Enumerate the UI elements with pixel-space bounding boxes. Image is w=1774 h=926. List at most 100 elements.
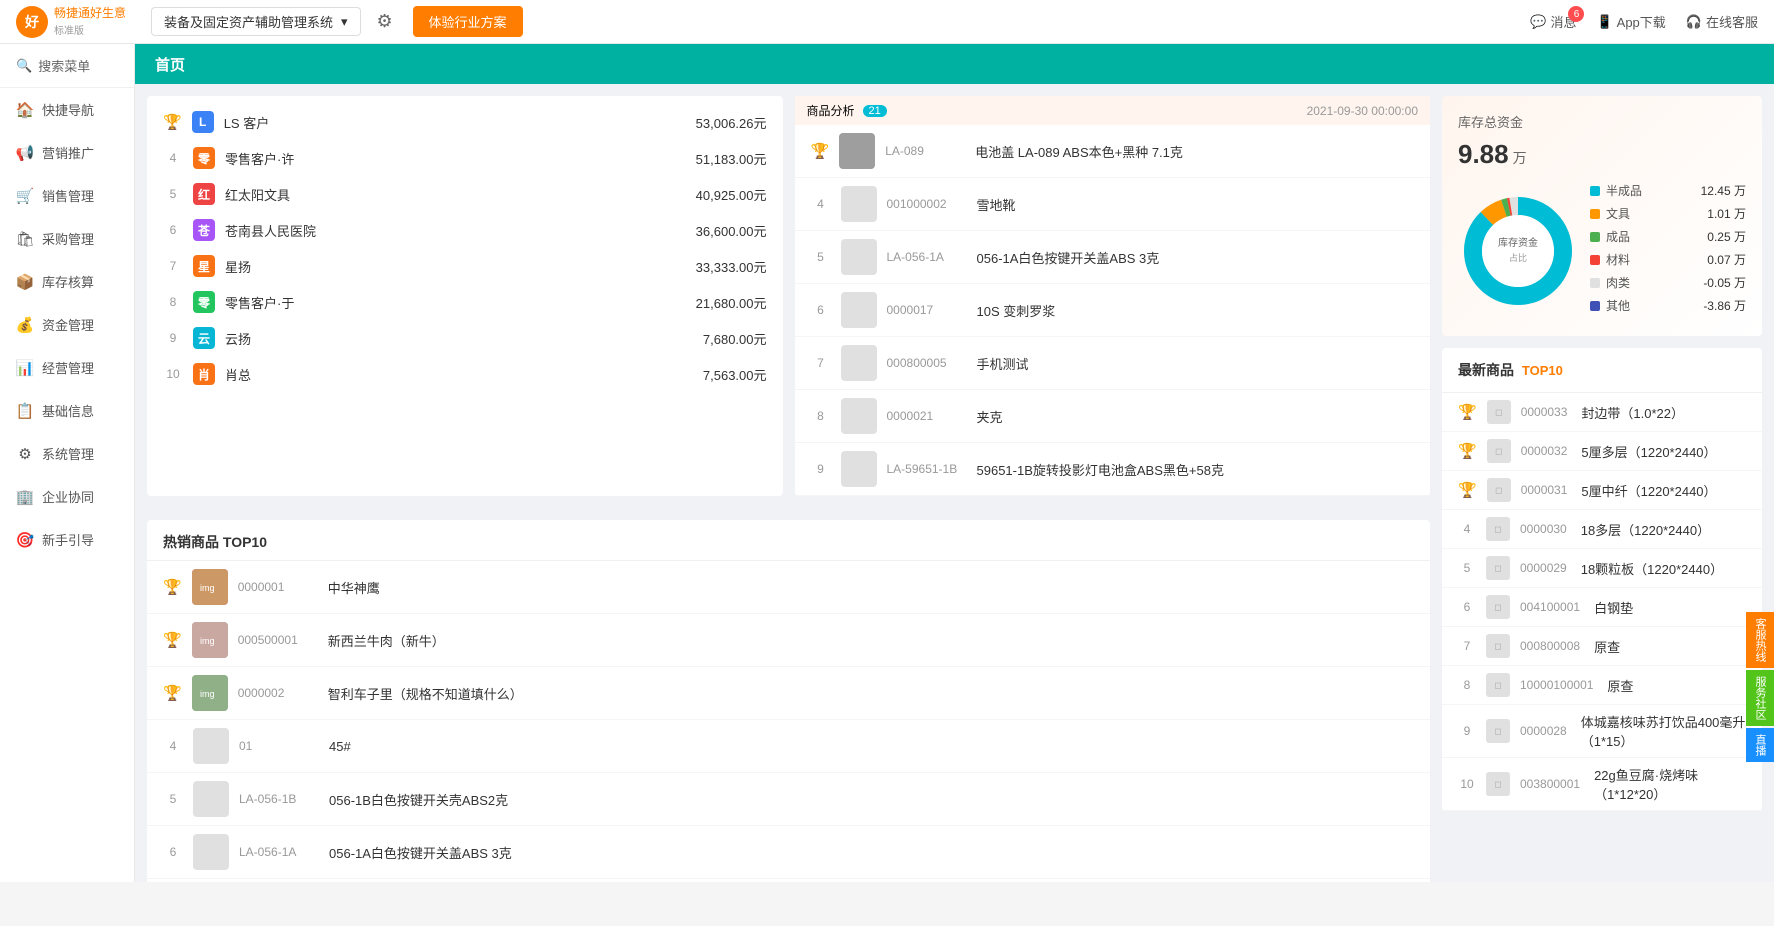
legend-label-1: 半成品 (1606, 182, 1695, 199)
product-name-4: 雪地靴 (977, 195, 1415, 214)
logo-text-area: 畅捷通好生意 标准版 (54, 6, 126, 37)
trial-button[interactable]: 体验行业方案 (413, 6, 523, 37)
clipboard-icon: 📋 (16, 402, 34, 420)
np-code-4: 0000030 (1520, 522, 1567, 536)
np-rank-5: 5 (1458, 561, 1476, 575)
customer-row: 8 零 零售客户·于 21,680.00元 (147, 284, 783, 320)
customer-row: 5 红 红太阳文具 40,925.00元 (147, 176, 783, 212)
legend-dot-2 (1590, 209, 1600, 219)
sidebar-item-purchase[interactable]: 🛍 采购管理 (0, 217, 134, 260)
hot-products-section: 热销商品 TOP10 🏆 img 0000001 中华神鹰 🏆 (147, 520, 1430, 882)
hot-product-row-6: 6 LA-056-1A 056-1A白色按键开关盖ABS 3克 (147, 826, 1430, 879)
hp-name-4: 45# (329, 739, 1414, 754)
messages-button[interactable]: 💬 消息 6 (1530, 12, 1576, 31)
np-code-6: 004100001 (1520, 600, 1580, 614)
rank-6: 6 (811, 303, 831, 317)
product-code-6: 0000017 (887, 303, 967, 317)
phone-icon: 📱 (1596, 14, 1612, 30)
customer-amount-1: 53,006.26元 (696, 113, 767, 132)
search-menu-item[interactable]: 🔍 搜索菜单 (0, 44, 134, 88)
sidebar-item-sales[interactable]: 🛒 销售管理 (0, 174, 134, 217)
online-service-button[interactable]: 🎧 在线客服 (1686, 12, 1758, 31)
hot-product-row-1: 🏆 img 0000001 中华神鹰 (147, 561, 1430, 614)
hp-code-3: 0000002 (238, 686, 318, 700)
customer-badge-8: 零 (193, 291, 215, 313)
date-info: 2021-09-30 00:00:00 (1307, 104, 1418, 118)
np-thumb-10: ◻ (1486, 772, 1510, 796)
product-row: 7 000800005 手机测试 (795, 337, 1431, 390)
new-products-list: 🏆 ◻ 0000033 封边带（1.0*22） 🏆 ◻ 0000032 5厘多层… (1442, 393, 1762, 811)
np-thumb-6: ◻ (1486, 595, 1510, 619)
customer-amount-6: 36,600.00元 (696, 221, 767, 240)
product-row: 5 LA-056-1A 056-1A白色按键开关盖ABS 3克 (795, 231, 1431, 284)
messages-badge: 6 (1568, 6, 1584, 22)
online-service-label: 在线客服 (1706, 12, 1758, 31)
product-thumb-7 (841, 345, 877, 381)
product-image-3: img (192, 675, 228, 711)
rank-num-9: 9 (163, 331, 183, 345)
nav-label-purchase: 采购管理 (42, 229, 94, 248)
np-name-7: 原查 (1594, 637, 1746, 656)
service-community-button[interactable]: 服务社区 (1746, 670, 1774, 726)
customer-name-10: 肖总 (225, 365, 693, 384)
customer-amount-7: 33,333.00元 (696, 257, 767, 276)
rank-num-4: 4 (163, 151, 183, 165)
product-img-svg-2: img (192, 622, 228, 658)
shopping-bag-icon: 🛍 (16, 230, 34, 248)
customer-hotline-button[interactable]: 客服热线 (1746, 612, 1774, 668)
np-rank-6: 6 (1458, 600, 1476, 614)
sidebar-item-inventory[interactable]: 📦 库存核算 (0, 260, 134, 303)
rank-9: 9 (811, 462, 831, 476)
sidebar-item-marketing[interactable]: 📢 营销推广 (0, 131, 134, 174)
rank-num-7: 7 (163, 259, 183, 273)
legend-label-2: 文具 (1606, 205, 1701, 222)
rank-8: 8 (811, 409, 831, 423)
system-icon: ⚙ (16, 445, 34, 463)
sidebar-item-operation[interactable]: 📊 经营管理 (0, 346, 134, 389)
np-name-1: 封边带（1.0*22） (1581, 403, 1746, 422)
sidebar-item-guide[interactable]: 🎯 新手引导 (0, 518, 134, 561)
legend-label-4: 材料 (1606, 251, 1701, 268)
svg-text:库存资金: 库存资金 (1498, 236, 1538, 249)
hot-product-row-5: 5 LA-056-1B 056-1B白色按键开关壳ABS2克 (147, 773, 1430, 826)
settings-button[interactable]: ⚙ (369, 6, 401, 38)
legend-dot-1 (1590, 186, 1600, 196)
app-download-button[interactable]: 📱 App下载 (1596, 12, 1665, 31)
np-code-10: 003800001 (1520, 777, 1580, 791)
np-thumb-5: ◻ (1486, 556, 1510, 580)
rank-5: 5 (811, 250, 831, 264)
sidebar-item-system[interactable]: ⚙ 系统管理 (0, 432, 134, 475)
logo-badge: 标准版 (54, 22, 126, 37)
np-rank-10: 10 (1458, 777, 1476, 791)
customer-row: 6 苍 苍南县人民医院 36,600.00元 (147, 212, 783, 248)
sidebar-item-enterprise[interactable]: 🏢 企业协同 (0, 475, 134, 518)
np-rank-7: 7 (1458, 639, 1476, 653)
new-products-title: 最新商品 TOP10 (1442, 348, 1762, 393)
search-menu-label: 搜索菜单 (38, 56, 90, 75)
rank-num-10: 10 (163, 367, 183, 381)
hp-name-1: 中华神鹰 (328, 578, 1414, 597)
topbar-right: 💬 消息 6 📱 App下载 🎧 在线客服 (1530, 12, 1758, 31)
sidebar-item-quick-nav[interactable]: 🏠 快捷导航 (0, 88, 134, 131)
topbar: 好 畅捷通好生意 标准版 装备及固定资产辅助管理系统 ▾ ⚙ 体验行业方案 💬 … (0, 0, 1774, 44)
legend-dot-6 (1590, 301, 1600, 311)
np-thumb-1: ◻ (1487, 400, 1511, 424)
product-name-5: 056-1A白色按键开关盖ABS 3克 (977, 248, 1415, 267)
cart-icon: 🛒 (16, 187, 34, 205)
headset-icon: 🎧 (1686, 14, 1702, 30)
hot-product-row-3: 🏆 img 0000002 智利车子里（规格不知道填什么） (147, 667, 1430, 720)
new-product-row-8: 8 ◻ 10000100001 原查 (1442, 666, 1762, 705)
inventory-amount-row: 9.88 万 (1458, 139, 1746, 170)
box-icon: 📦 (16, 273, 34, 291)
system-selector[interactable]: 装备及固定资产辅助管理系统 ▾ (151, 7, 361, 36)
customer-amount-9: 7,680.00元 (703, 329, 767, 348)
customer-name-1: LS 客户 (224, 113, 686, 132)
customer-name-8: 零售客户·于 (225, 293, 686, 312)
product-name-8: 夹克 (977, 407, 1415, 426)
new-product-row-5: 5 ◻ 0000029 18颗粒板（1220*2440） (1442, 549, 1762, 588)
sidebar-item-finance[interactable]: 💰 资金管理 (0, 303, 134, 346)
nav-label-sales: 销售管理 (42, 186, 94, 205)
sidebar-item-basics[interactable]: 📋 基础信息 (0, 389, 134, 432)
np-code-1: 0000033 (1521, 405, 1568, 419)
live-stream-button[interactable]: 直播 (1746, 728, 1774, 762)
